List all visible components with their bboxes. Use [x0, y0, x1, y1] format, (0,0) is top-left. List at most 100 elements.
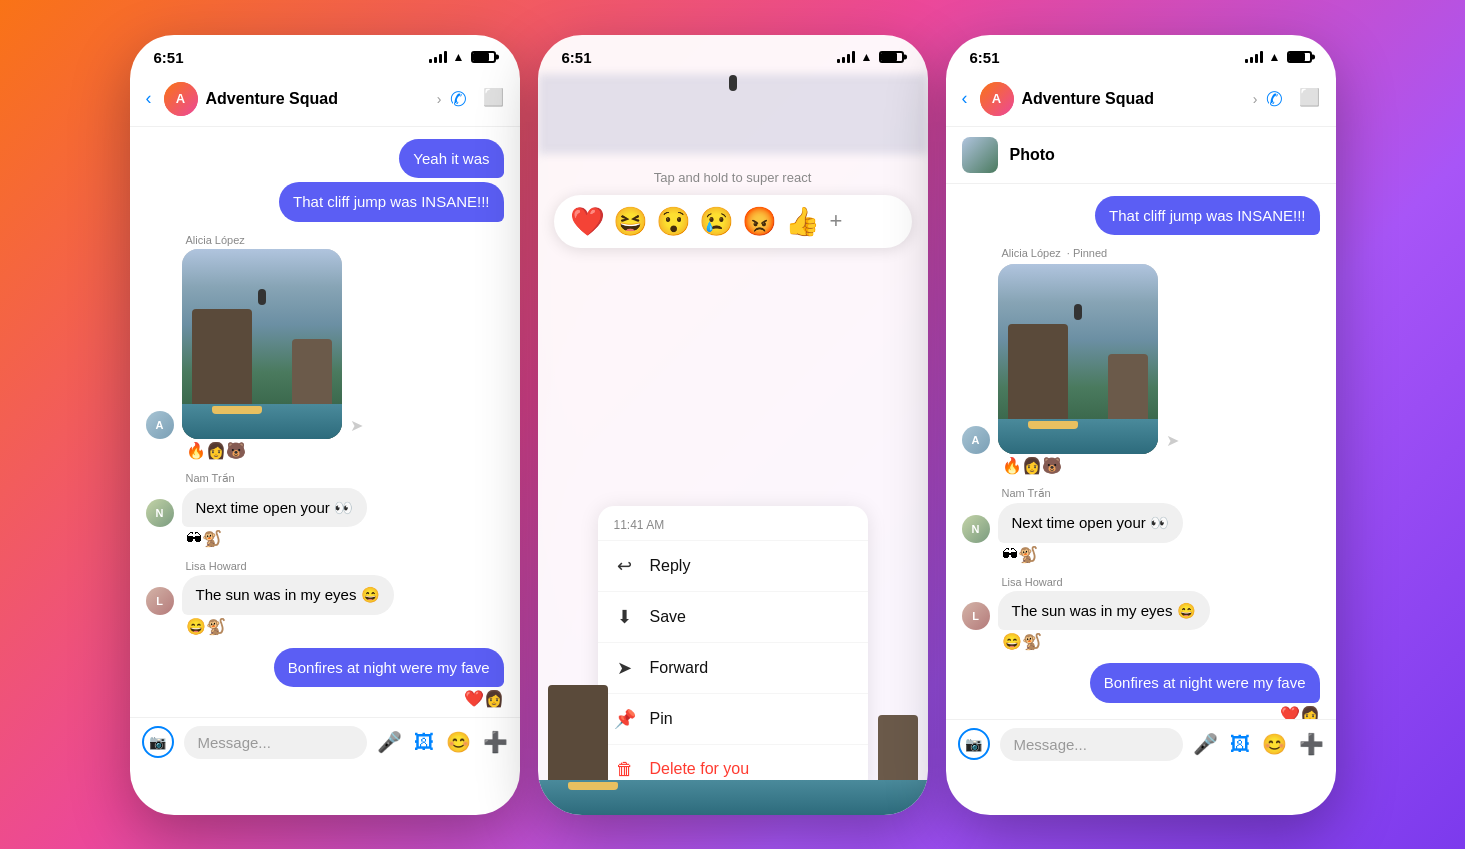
pin-label: Pin	[650, 710, 673, 728]
camera-button-right[interactable]: 📷	[958, 728, 990, 760]
signal-icon	[429, 51, 447, 63]
react-thumbs[interactable]: 👍	[785, 205, 820, 238]
sender-name: Alicia López	[1002, 247, 1061, 259]
input-icons-right: 🎤 🖼 😊 ➕	[1193, 732, 1324, 756]
video-button-right[interactable]: ⬜	[1299, 87, 1320, 111]
more-icon[interactable]: ➕	[483, 730, 508, 754]
chat-header-left: ‹ A Adventure Squad › ✆ ⬜	[130, 74, 520, 127]
photo-context	[598, 264, 928, 494]
sender-name: Lisa Howard	[186, 560, 504, 572]
right-phone: 6:51 ▲ ‹ A Adventure Squad › ✆ ⬜ Photo	[946, 35, 1336, 815]
message-group-bonfires: Bonfires at night were my fave ❤️👩	[146, 648, 504, 709]
gallery-icon-right[interactable]: 🖼	[1230, 733, 1250, 756]
pin-icon: 📌	[614, 708, 636, 730]
reaction-picker: ❤️ 😆 😯 😢 😡 👍 +	[554, 195, 912, 248]
status-bar-right: 6:51 ▲	[946, 35, 1336, 74]
sender-avatar: N	[146, 499, 174, 527]
mic-icon-right[interactable]: 🎤	[1193, 732, 1218, 756]
forward-label: Forward	[650, 659, 709, 677]
battery-icon	[471, 51, 496, 63]
message-row: Bonfires at night were my fave	[962, 663, 1320, 703]
sender-avatar: N	[962, 515, 990, 543]
reactions: 😄🐒	[186, 617, 504, 636]
photo-message-right[interactable]	[998, 264, 1158, 454]
react-wow[interactable]: 😯	[656, 205, 691, 238]
back-button[interactable]: ‹	[146, 88, 152, 109]
wifi-icon-right: ▲	[1269, 50, 1281, 64]
wifi-icon-middle: ▲	[861, 50, 873, 64]
react-more[interactable]: +	[830, 208, 843, 234]
signal-icon-middle	[837, 51, 855, 63]
sender-name: Lisa Howard	[1002, 576, 1320, 588]
message-row: That cliff jump was INSANE!!!	[962, 196, 1320, 236]
react-cry[interactable]: 😢	[699, 205, 734, 238]
sender-avatar: L	[146, 587, 174, 615]
context-save[interactable]: ⬇ Save	[598, 591, 868, 642]
react-heart[interactable]: ❤️	[570, 205, 605, 238]
photo-header-item[interactable]: Photo	[946, 127, 1336, 184]
message-row: Bonfires at night were my fave	[146, 648, 504, 688]
time-left: 6:51	[154, 49, 184, 66]
mic-icon[interactable]: 🎤	[377, 730, 402, 754]
input-bar-left: 📷 Message... 🎤 🖼 😊 ➕	[130, 717, 520, 767]
sender-avatar-right: A	[962, 426, 990, 454]
reply-icon: ↩	[614, 555, 636, 577]
chevron-icon-left: ›	[437, 91, 442, 107]
status-bar-left: 6:51 ▲	[130, 35, 520, 74]
input-icons: 🎤 🖼 😊 ➕	[377, 730, 508, 754]
photo-message[interactable]	[182, 249, 342, 439]
header-actions-right: ✆ ⬜	[1266, 87, 1320, 111]
header-actions-left: ✆ ⬜	[450, 87, 504, 111]
message-group-photo: Alicia López A ➤ 🔥👩🐻	[146, 234, 504, 460]
chat-area-right: That cliff jump was INSANE!!! Alicia Lóp…	[946, 184, 1336, 719]
bubble-sent: That cliff jump was INSANE!!!	[1095, 196, 1319, 236]
left-phone: 6:51 ▲ ‹ A Adventure Squad › ✆ ⬜ Yeah it…	[130, 35, 520, 815]
react-laugh[interactable]: 😆	[613, 205, 648, 238]
forward-icon-menu: ➤	[614, 657, 636, 679]
sender-name: Alicia López	[186, 234, 504, 246]
reply-label: Reply	[650, 557, 691, 575]
reactions: 🕶🐒	[186, 529, 504, 548]
message-row: L The sun was in my eyes 😄	[146, 575, 504, 615]
message-group-bonfires-right: Bonfires at night were my fave ❤️👩	[962, 663, 1320, 719]
reaction-hint: Tap and hold to super react	[554, 170, 912, 185]
call-button-right[interactable]: ✆	[1266, 87, 1283, 111]
context-menu: 11:41 AM ↩ Reply ⬇ Save ➤ Forward 📌 Pin …	[598, 506, 868, 794]
message-input-right[interactable]: Message...	[1000, 728, 1183, 761]
react-angry[interactable]: 😡	[742, 205, 777, 238]
reaction-picker-container: Tap and hold to super react ❤️ 😆 😯 😢 😡 👍…	[538, 154, 928, 264]
reactions: 🕶🐒	[1002, 545, 1320, 564]
message-row-photo: A ➤	[146, 249, 504, 439]
chat-area-left: Yeah it was That cliff jump was INSANE!!…	[130, 127, 520, 717]
forward-icon: ➤	[350, 416, 363, 435]
group-name-right: Adventure Squad	[1022, 90, 1243, 108]
back-button-right[interactable]: ‹	[962, 88, 968, 109]
forward-icon-right: ➤	[1166, 431, 1179, 450]
message-group-photo-right: Alicia López · Pinned A ➤ 🔥👩🐻	[962, 247, 1320, 475]
sticker-icon[interactable]: 😊	[446, 730, 471, 754]
save-label: Save	[650, 608, 686, 626]
message-input[interactable]: Message...	[184, 726, 367, 759]
message-group-nam: Nam Trần N Next time open your 👀 🕶🐒	[146, 472, 504, 549]
context-pin[interactable]: 📌 Pin	[598, 693, 868, 744]
sticker-icon-right[interactable]: 😊	[1262, 732, 1287, 756]
camera-button[interactable]: 📷	[142, 726, 174, 758]
delete-label: Delete for you	[650, 760, 750, 778]
more-icon-right[interactable]: ➕	[1299, 732, 1324, 756]
gallery-icon[interactable]: 🖼	[414, 731, 434, 754]
group-avatar-left: A	[164, 82, 198, 116]
group-avatar-right: A	[980, 82, 1014, 116]
battery-icon-middle	[879, 51, 904, 63]
call-button-left[interactable]: ✆	[450, 87, 467, 111]
reactions: ❤️👩	[146, 689, 504, 708]
bubble-received: Next time open your 👀	[182, 488, 367, 528]
status-bar-middle: 6:51 ▲	[538, 35, 928, 74]
sender-info: Alicia López · Pinned	[1002, 247, 1320, 262]
group-name-left: Adventure Squad	[206, 90, 427, 108]
bubble-sent: That cliff jump was INSANE!!!	[279, 182, 503, 222]
photo-thumb	[962, 137, 998, 173]
message-group-nam-right: Nam Trần N Next time open your 👀 🕶🐒	[962, 487, 1320, 564]
context-reply[interactable]: ↩ Reply	[598, 540, 868, 591]
video-button-left[interactable]: ⬜	[483, 87, 504, 111]
context-forward[interactable]: ➤ Forward	[598, 642, 868, 693]
